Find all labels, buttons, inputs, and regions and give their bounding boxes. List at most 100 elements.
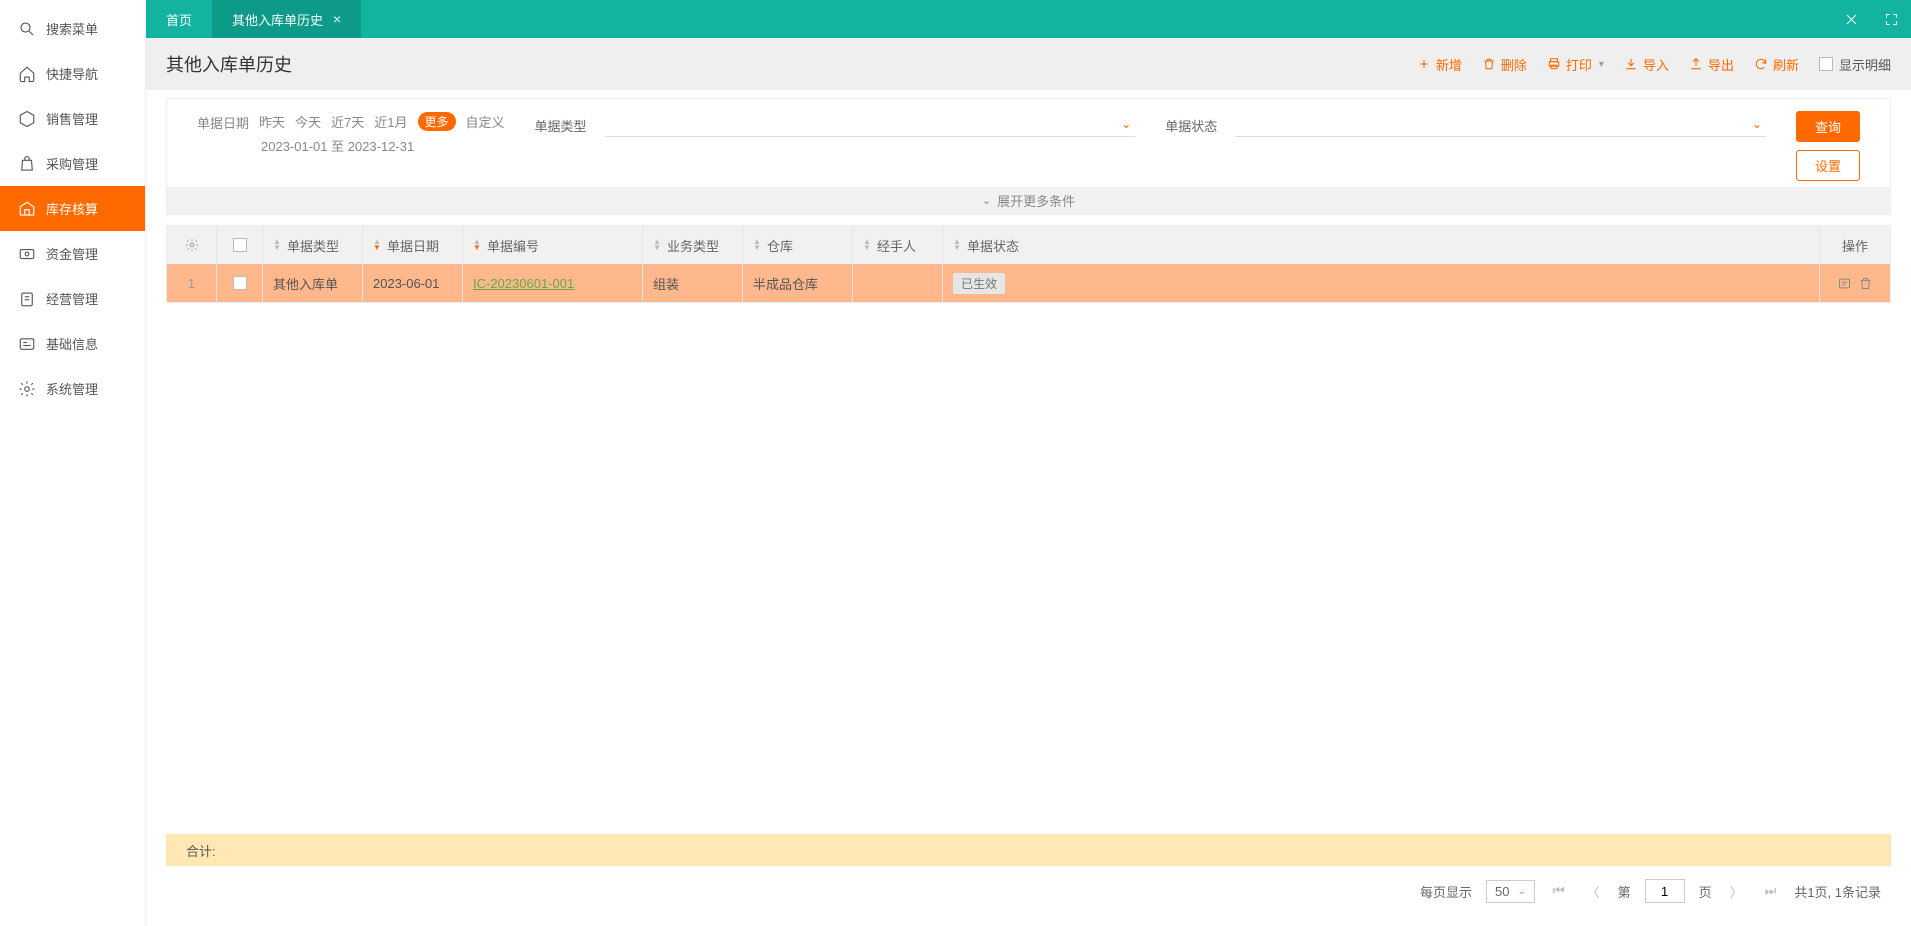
date-quick-1m[interactable]: 近1月: [374, 112, 407, 131]
close-icon[interactable]: ×: [333, 11, 341, 27]
date-quick-custom[interactable]: 自定义: [466, 112, 505, 131]
chevron-down-icon: ⌄: [1517, 886, 1525, 897]
date-quick-more[interactable]: 更多: [418, 112, 456, 131]
sidebar-item-system[interactable]: 系统管理: [0, 366, 145, 411]
refresh-button[interactable]: 刷新: [1754, 55, 1799, 74]
page-next[interactable]: 〉: [1726, 882, 1747, 901]
totals-label: 合计:: [186, 841, 216, 860]
doc-status-select[interactable]: ⌄: [1235, 111, 1766, 137]
cell-doc-num: IC-20230601-001: [463, 264, 643, 302]
page-last[interactable]: ⏭: [1761, 883, 1781, 899]
sidebar-item-basic[interactable]: 基础信息: [0, 321, 145, 366]
date-range: 2023-01-01 至 2023-12-31: [197, 136, 505, 155]
cell-warehouse: 半成品仓库: [743, 264, 853, 302]
tabbar-fullscreen[interactable]: [1871, 0, 1911, 38]
cell-handler: [853, 264, 943, 302]
th-doc-num[interactable]: ▲▼单据编号: [463, 226, 643, 264]
sidebar-item-label: 经营管理: [46, 289, 98, 308]
print-button[interactable]: 打印▾: [1547, 55, 1604, 74]
delete-button[interactable]: 删除: [1482, 55, 1527, 74]
query-button[interactable]: 查询: [1796, 111, 1860, 142]
date-quick-today[interactable]: 今天: [295, 112, 321, 131]
sidebar-item-inventory[interactable]: 库存核算: [0, 186, 145, 231]
th-settings[interactable]: [167, 226, 217, 264]
date-filter: 单据日期 昨天 今天 近7天 近1月 更多 自定义 2023-01-01 至 2…: [197, 111, 505, 155]
bag-icon: [18, 155, 36, 173]
add-button[interactable]: 新增: [1417, 55, 1462, 74]
sidebar-item-business[interactable]: 经营管理: [0, 276, 145, 321]
date-label: 单据日期: [197, 111, 249, 132]
header-actions: 新增 删除 打印▾ 导入 导出 刷新 显示明细: [1417, 55, 1891, 74]
filter-buttons: 查询 设置: [1796, 111, 1860, 181]
page-title: 其他入库单历史: [166, 51, 1417, 77]
sidebar-item-funds[interactable]: 资金管理: [0, 231, 145, 276]
doc-status-label: 单据状态: [1165, 114, 1217, 135]
page-suffix: 页: [1699, 882, 1712, 901]
sidebar-item-label: 系统管理: [46, 379, 98, 398]
expand-conditions[interactable]: ⌄ 展开更多条件: [166, 187, 1891, 215]
per-page-label: 每页显示: [1420, 882, 1472, 901]
print-icon: [1547, 57, 1561, 71]
settings-button[interactable]: 设置: [1796, 150, 1860, 181]
sidebar-item-sales[interactable]: 销售管理: [0, 96, 145, 141]
page-prev[interactable]: 〈: [1583, 882, 1604, 901]
table-row[interactable]: 1 其他入库单 2023-06-01 IC-20230601-001 组装 半成…: [167, 264, 1890, 302]
page-first[interactable]: ⏮: [1549, 883, 1569, 899]
row-select[interactable]: [217, 264, 263, 302]
sidebar-item-label: 基础信息: [46, 334, 98, 353]
doc-type-filter: 单据类型 ⌄: [535, 111, 1136, 137]
th-warehouse[interactable]: ▲▼仓库: [743, 226, 853, 264]
gear-icon: [18, 380, 36, 398]
tab-home[interactable]: 首页: [146, 0, 212, 38]
filter-panel: 单据日期 昨天 今天 近7天 近1月 更多 自定义 2023-01-01 至 2…: [166, 98, 1891, 187]
sidebar-item-search-menu[interactable]: 搜索菜单: [0, 6, 145, 51]
chevron-down-icon: ⌄: [1752, 117, 1762, 131]
cell-biz-type: 组装: [643, 264, 743, 302]
sidebar-item-quicknav[interactable]: 快捷导航: [0, 51, 145, 96]
th-doc-type[interactable]: ▲▼单据类型: [263, 226, 363, 264]
chevron-down-icon: ⌄: [1121, 117, 1131, 131]
export-button[interactable]: 导出: [1689, 55, 1734, 74]
import-icon: [1624, 57, 1638, 71]
doc-status-filter: 单据状态 ⌄: [1165, 111, 1766, 137]
th-doc-date[interactable]: ▲▼单据日期: [363, 226, 463, 264]
delete-icon[interactable]: [1858, 276, 1873, 291]
doc-type-select[interactable]: ⌄: [605, 111, 1136, 137]
cell-status: 已生效: [943, 264, 1820, 302]
totals-row: 合计:: [166, 834, 1891, 866]
sidebar-item-label: 资金管理: [46, 244, 98, 263]
sidebar-item-label: 搜索菜单: [46, 19, 98, 38]
clipboard-icon: [18, 290, 36, 308]
date-quick-7d[interactable]: 近7天: [331, 112, 364, 131]
th-biz-type[interactable]: ▲▼业务类型: [643, 226, 743, 264]
sidebar-item-purchase[interactable]: 采购管理: [0, 141, 145, 186]
tabbar-close-all[interactable]: [1831, 0, 1871, 38]
pagination: 每页显示 50⌄ ⏮ 〈 第 页 〉 ⏭ 共1页, 1条记录: [146, 876, 1911, 906]
inventory-icon: [18, 200, 36, 218]
th-select-all[interactable]: [217, 226, 263, 264]
page-input[interactable]: [1645, 879, 1685, 903]
home-icon: [18, 65, 36, 83]
chevron-down-icon: ⌄: [982, 194, 991, 207]
per-page-select[interactable]: 50⌄: [1486, 880, 1535, 903]
plus-icon: [1417, 57, 1431, 71]
tab-current[interactable]: 其他入库单历史 ×: [212, 0, 361, 38]
show-detail-toggle[interactable]: 显示明细: [1819, 55, 1891, 74]
view-icon[interactable]: [1837, 276, 1852, 291]
th-status[interactable]: ▲▼单据状态: [943, 226, 1820, 264]
search-icon: [18, 20, 36, 38]
cell-doc-type: 其他入库单: [263, 264, 363, 302]
page-header: 其他入库单历史 新增 删除 打印▾ 导入 导出 刷新 显示明细: [146, 38, 1911, 90]
th-handler[interactable]: ▲▼经手人: [853, 226, 943, 264]
th-op: 操作: [1820, 226, 1890, 264]
date-quick-yesterday[interactable]: 昨天: [259, 112, 285, 131]
doc-type-label: 单据类型: [535, 114, 587, 135]
import-button[interactable]: 导入: [1624, 55, 1669, 74]
tabbar: 首页 其他入库单历史 ×: [146, 0, 1911, 38]
sales-icon: [18, 110, 36, 128]
page-prefix: 第: [1618, 882, 1631, 901]
doc-num-link[interactable]: IC-20230601-001: [473, 276, 574, 291]
sidebar-item-label: 快捷导航: [46, 64, 98, 83]
refresh-icon: [1754, 57, 1768, 71]
row-index: 1: [167, 264, 217, 302]
